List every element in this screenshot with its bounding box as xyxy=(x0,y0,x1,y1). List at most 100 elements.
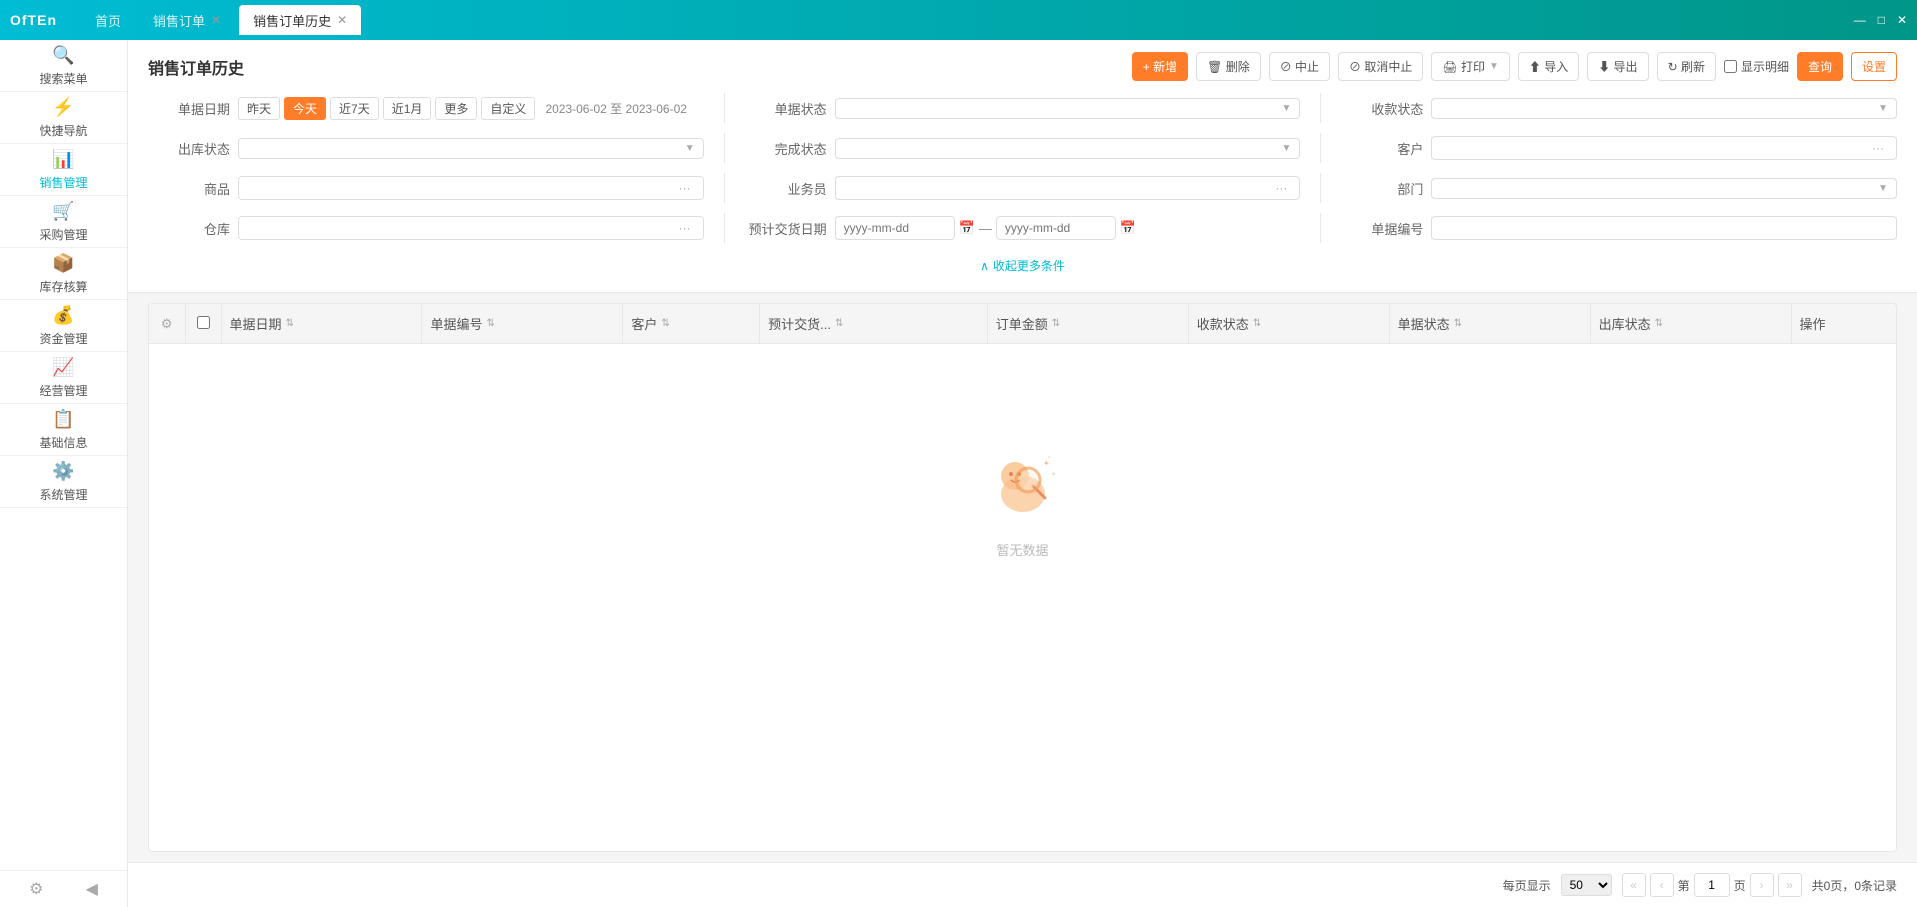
last-page-btn[interactable]: » xyxy=(1778,873,1802,897)
customer-dots[interactable]: ··· xyxy=(1868,141,1888,155)
filter-department: 部门 ▼ xyxy=(1341,178,1897,199)
delivery-date-end-input[interactable] xyxy=(996,216,1116,240)
collapse-icon: ∧ xyxy=(980,259,989,273)
sidebar-item-operation[interactable]: 📈 经营管理 xyxy=(0,352,127,404)
th-amount: 订单金额 ⇅ xyxy=(987,304,1188,344)
display-detail-label: 显示明细 xyxy=(1741,58,1789,75)
next-page-btn[interactable]: › xyxy=(1750,873,1774,897)
th-number-sort-icon[interactable]: ⇅ xyxy=(486,318,494,329)
sidebar-item-system[interactable]: ⚙️ 系统管理 xyxy=(0,456,127,508)
table-settings-icon[interactable]: ⚙ xyxy=(161,316,173,331)
th-payment-status-sort-icon[interactable]: ⇅ xyxy=(1253,318,1261,329)
th-payment-status-label: 收款状态 xyxy=(1197,314,1249,333)
print-label: 🖨 打印 xyxy=(1442,58,1485,75)
th-amount-sort-icon[interactable]: ⇅ xyxy=(1052,318,1060,329)
goods-select[interactable]: ··· xyxy=(238,176,704,200)
cancel-stop-button[interactable]: ⊘ 取消中止 xyxy=(1338,52,1423,81)
sidebar-item-operation-label: 经营管理 xyxy=(39,382,87,399)
th-warehouse-status-sort-icon[interactable]: ⇅ xyxy=(1655,318,1663,329)
warehouse-label: 仓库 xyxy=(148,219,238,238)
th-customer-sort-icon[interactable]: ⇅ xyxy=(661,318,669,329)
date-today-btn[interactable]: 今天 xyxy=(284,97,326,120)
payment-status-arrow: ▼ xyxy=(1878,103,1888,114)
sidebar-settings-icon[interactable]: ⚙ xyxy=(29,879,43,899)
sidebar-item-purchase[interactable]: 🛒 采购管理 xyxy=(0,196,127,248)
prev-page-btn[interactable]: ‹ xyxy=(1650,873,1674,897)
inventory-icon: 📦 xyxy=(52,253,74,274)
warehouse-select[interactable]: ··· xyxy=(238,216,704,240)
filter-complete-status: 完成状态 ▼ xyxy=(745,138,1301,159)
display-detail-checkbox[interactable] xyxy=(1724,60,1737,73)
collapse-bar[interactable]: ∧ 收起更多条件 xyxy=(148,253,1897,282)
delivery-date-start-input[interactable] xyxy=(835,216,955,240)
page-title-bar: 销售订单历史 + 新增 🗑 删除 ⊘ 中止 ⊘ 取消中止 🖨 打印 ▼ ⬆ 导入… xyxy=(148,52,1897,81)
order-number-input[interactable] xyxy=(1431,216,1897,240)
filter-date: 单据日期 昨天 今天 近7天 近1月 更多 自定义 2023 xyxy=(148,97,704,120)
sidebar-item-finance[interactable]: 💰 资金管理 xyxy=(0,300,127,352)
warehouse-wrap: ··· xyxy=(238,216,704,240)
customer-select[interactable]: ··· xyxy=(1431,136,1897,160)
tab-home[interactable]: 首页 xyxy=(81,5,135,35)
display-detail-check[interactable]: 显示明细 xyxy=(1724,58,1789,75)
new-button[interactable]: + 新增 xyxy=(1132,52,1188,81)
department-select[interactable]: ▼ xyxy=(1431,178,1897,199)
complete-status-select[interactable]: ▼ xyxy=(835,138,1301,159)
date-custom-btn[interactable]: 自定义 xyxy=(481,97,535,120)
refresh-button[interactable]: ↻ 刷新 xyxy=(1657,52,1716,81)
print-arrow-icon: ▼ xyxy=(1489,61,1499,72)
select-all-checkbox[interactable] xyxy=(197,316,210,329)
date-7days-btn[interactable]: 近7天 xyxy=(330,97,379,120)
warehouse-status-select[interactable]: ▼ xyxy=(238,138,704,159)
tab-sales-history-close[interactable]: ✕ xyxy=(337,13,347,27)
sidebar-item-quick-nav[interactable]: ⚡ 快捷导航 xyxy=(0,92,127,144)
sidebar-item-inventory-label: 库存核算 xyxy=(39,278,87,295)
close-icon[interactable]: ✕ xyxy=(1897,13,1907,27)
salesperson-select[interactable]: ··· xyxy=(835,176,1301,200)
sidebar-item-base-info[interactable]: 📋 基础信息 xyxy=(0,404,127,456)
order-status-arrow: ▼ xyxy=(1281,103,1291,114)
sidebar-item-sales[interactable]: 📊 销售管理 xyxy=(0,144,127,196)
sidebar-collapse-icon[interactable]: ◀ xyxy=(86,879,98,899)
salesperson-wrap: ··· xyxy=(835,176,1301,200)
goods-dots[interactable]: ··· xyxy=(675,181,695,195)
th-order-status-sort-icon[interactable]: ⇅ xyxy=(1454,318,1462,329)
maximize-icon[interactable]: □ xyxy=(1878,13,1885,27)
svg-text:✦: ✦ xyxy=(1047,455,1051,461)
minimize-icon[interactable]: — xyxy=(1854,13,1866,27)
salesperson-dots[interactable]: ··· xyxy=(1271,181,1291,195)
tab-sales-order-close[interactable]: ✕ xyxy=(211,13,221,27)
delivery-date-end-cal-icon[interactable]: 📅 xyxy=(1120,220,1136,236)
table-header-row: ⚙ 单据日期 ⇅ 单据编号 xyxy=(149,304,1896,344)
empty-illustration: ✦ ✦ ✦ xyxy=(973,424,1073,524)
goods-wrap: ··· xyxy=(238,176,704,200)
th-delivery-sort-icon[interactable]: ⇅ xyxy=(835,318,843,329)
first-page-btn[interactable]: « xyxy=(1622,873,1646,897)
sidebar-item-inventory[interactable]: 📦 库存核算 xyxy=(0,248,127,300)
sidebar-item-finance-label: 资金管理 xyxy=(39,330,87,347)
print-button[interactable]: 🖨 打印 ▼ xyxy=(1431,52,1509,81)
delete-button[interactable]: 🗑 删除 xyxy=(1196,52,1261,81)
filter-salesperson: 业务员 ··· xyxy=(745,176,1301,200)
date-more-btn[interactable]: 更多 xyxy=(435,97,477,120)
delivery-date-start-cal-icon[interactable]: 📅 xyxy=(959,220,975,236)
page-number-input[interactable] xyxy=(1694,873,1730,897)
date-yesterday-btn[interactable]: 昨天 xyxy=(238,97,280,120)
query-button[interactable]: 查询 xyxy=(1797,52,1843,81)
tab-sales-history[interactable]: 销售订单历史 ✕ xyxy=(239,5,361,35)
per-page-select[interactable]: 10 20 50 100 xyxy=(1561,874,1612,896)
sidebar-item-search[interactable]: 🔍 搜索菜单 xyxy=(0,40,127,92)
stop-button[interactable]: ⊘ 中止 xyxy=(1269,52,1330,81)
th-date-sort-icon[interactable]: ⇅ xyxy=(286,318,294,329)
warehouse-dots[interactable]: ··· xyxy=(675,221,695,235)
import-button[interactable]: ⬆ 导入 xyxy=(1518,52,1579,81)
filter-row-2: 出库状态 ▼ 完成状态 xyxy=(148,133,1897,163)
tab-sales-order[interactable]: 销售订单 ✕ xyxy=(139,5,235,35)
settings-button[interactable]: 设置 xyxy=(1851,52,1897,81)
delivery-date-dash: — xyxy=(979,221,992,236)
filter-customer: 客户 ··· xyxy=(1341,136,1897,160)
export-button[interactable]: ⬇ 导出 xyxy=(1587,52,1648,81)
th-date-label: 单据日期 xyxy=(230,314,282,333)
date-1month-btn[interactable]: 近1月 xyxy=(383,97,432,120)
payment-status-select[interactable]: ▼ xyxy=(1431,98,1897,119)
order-status-select[interactable]: ▼ xyxy=(835,98,1301,119)
